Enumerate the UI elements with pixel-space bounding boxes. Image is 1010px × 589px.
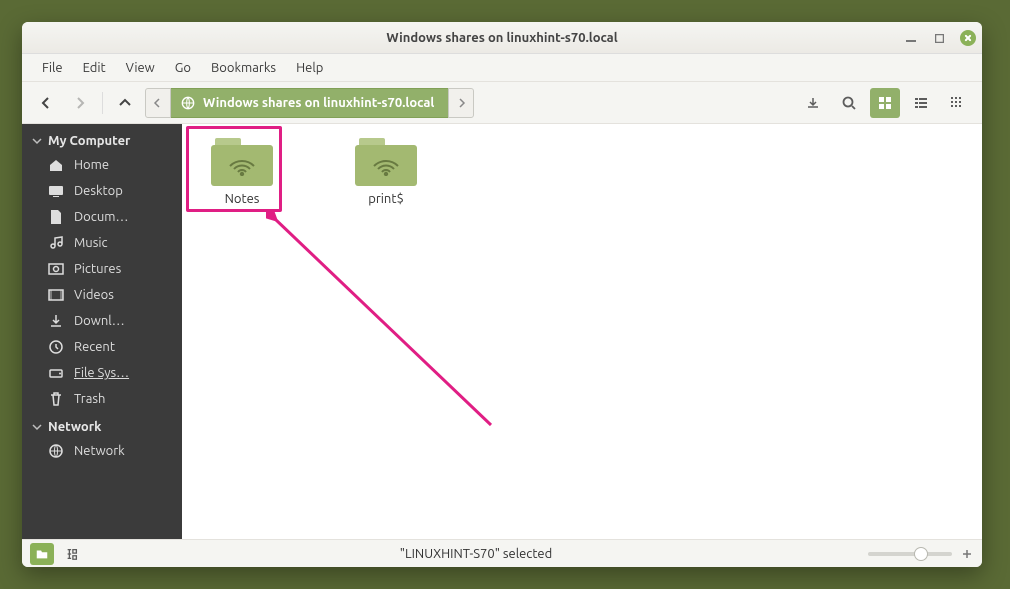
titlebar: Windows shares on linuxhint-s70.local bbox=[22, 22, 982, 54]
menu-edit[interactable]: Edit bbox=[75, 57, 114, 79]
sidebar-item-recent[interactable]: Recent bbox=[22, 334, 182, 360]
desktop-icon bbox=[48, 183, 64, 199]
window-title: Windows shares on linuxhint-s70.local bbox=[386, 31, 617, 45]
close-button[interactable] bbox=[960, 30, 976, 46]
menu-help[interactable]: Help bbox=[288, 57, 331, 79]
maximize-button[interactable] bbox=[932, 31, 946, 45]
show-places-button[interactable] bbox=[30, 543, 54, 565]
compact-view-button[interactable] bbox=[942, 88, 972, 118]
network-icon bbox=[48, 443, 64, 459]
sidebar-section-label: My Computer bbox=[48, 134, 130, 148]
pictures-icon bbox=[48, 261, 64, 277]
network-folder-icon bbox=[355, 138, 417, 186]
sidebar-item-network[interactable]: Network bbox=[22, 438, 182, 464]
sidebar-item-pictures[interactable]: Pictures bbox=[22, 256, 182, 282]
menu-view[interactable]: View bbox=[118, 57, 163, 79]
path-segment[interactable]: Windows shares on linuxhint-s70.local bbox=[171, 88, 448, 118]
path-label: Windows shares on linuxhint-s70.local bbox=[203, 96, 434, 110]
sidebar-item-filesystem[interactable]: File Sys… bbox=[22, 360, 182, 386]
list-view-button[interactable] bbox=[906, 88, 936, 118]
chevron-down-icon bbox=[32, 422, 42, 432]
sidebar-item-label: Trash bbox=[74, 392, 105, 406]
document-icon bbox=[48, 209, 64, 225]
home-icon bbox=[48, 157, 64, 173]
status-text: "LINUXHINT-S70" selected bbox=[84, 547, 868, 561]
sidebar-section-network[interactable]: Network bbox=[22, 416, 182, 438]
places-icon bbox=[35, 547, 49, 561]
compact-icon bbox=[949, 95, 965, 111]
music-icon bbox=[48, 235, 64, 251]
window-controls bbox=[904, 22, 976, 54]
folder-grid: Notes print$ bbox=[192, 138, 982, 206]
icon-view-button[interactable] bbox=[870, 88, 900, 118]
toolbar-right bbox=[798, 88, 972, 118]
main-body: My Computer Home Desktop Docum… Music Pi… bbox=[22, 124, 982, 539]
chevron-down-icon bbox=[32, 136, 42, 146]
sidebar-item-videos[interactable]: Videos bbox=[22, 282, 182, 308]
path-next-button[interactable] bbox=[448, 88, 474, 118]
pathbar[interactable]: Windows shares on linuxhint-s70.local bbox=[145, 88, 474, 118]
statusbar: "LINUXHINT-S70" selected bbox=[22, 539, 982, 567]
sidebar-item-label: Desktop bbox=[74, 184, 123, 198]
minimize-button[interactable] bbox=[904, 31, 918, 45]
sidebar-item-home[interactable]: Home bbox=[22, 152, 182, 178]
zoom-thumb[interactable] bbox=[914, 547, 928, 561]
menu-go[interactable]: Go bbox=[167, 57, 199, 79]
sidebar-item-documents[interactable]: Docum… bbox=[22, 204, 182, 230]
folder-print[interactable]: print$ bbox=[336, 138, 436, 206]
sidebar-item-desktop[interactable]: Desktop bbox=[22, 178, 182, 204]
grid-icon bbox=[877, 95, 893, 111]
sidebar-item-trash[interactable]: Trash bbox=[22, 386, 182, 412]
sidebar-item-downloads[interactable]: Downl… bbox=[22, 308, 182, 334]
toggle-location-button[interactable] bbox=[798, 88, 828, 118]
recent-icon bbox=[48, 339, 64, 355]
folder-notes[interactable]: Notes bbox=[192, 138, 292, 206]
sidebar-item-label: Recent bbox=[74, 340, 115, 354]
download-icon bbox=[48, 313, 64, 329]
show-treeview-button[interactable] bbox=[60, 543, 84, 565]
sidebar-item-label: Home bbox=[74, 158, 109, 172]
path-prev-button[interactable] bbox=[145, 88, 171, 118]
drive-icon bbox=[48, 365, 64, 381]
sidebar-section-label: Network bbox=[48, 420, 101, 434]
sidebar-item-label: Downl… bbox=[74, 314, 125, 328]
network-folder-icon bbox=[211, 138, 273, 186]
zoom-track[interactable] bbox=[868, 552, 952, 556]
videos-icon bbox=[48, 287, 64, 303]
tree-icon bbox=[65, 547, 79, 561]
content-pane[interactable]: Notes print$ bbox=[182, 124, 982, 539]
file-manager-window: Windows shares on linuxhint-s70.local Fi… bbox=[22, 22, 982, 567]
annotation-arrow bbox=[266, 210, 506, 440]
sidebar-item-label: File Sys… bbox=[74, 366, 129, 380]
zoom-in-icon bbox=[960, 547, 974, 561]
sidebar-item-label: Docum… bbox=[74, 210, 128, 224]
sidebar-section-my-computer[interactable]: My Computer bbox=[22, 130, 182, 152]
search-icon bbox=[841, 95, 857, 111]
trash-icon bbox=[48, 391, 64, 407]
sidebar: My Computer Home Desktop Docum… Music Pi… bbox=[22, 124, 182, 539]
back-button[interactable] bbox=[32, 89, 60, 117]
sidebar-item-music[interactable]: Music bbox=[22, 230, 182, 256]
menu-file[interactable]: File bbox=[34, 57, 71, 79]
toolbar: Windows shares on linuxhint-s70.local bbox=[22, 82, 982, 124]
menu-bookmarks[interactable]: Bookmarks bbox=[203, 57, 284, 79]
folder-label: print$ bbox=[368, 192, 404, 206]
up-button[interactable] bbox=[111, 89, 139, 117]
globe-icon bbox=[181, 96, 195, 110]
zoom-slider[interactable] bbox=[868, 547, 974, 561]
forward-button[interactable] bbox=[66, 89, 94, 117]
sidebar-item-label: Videos bbox=[74, 288, 114, 302]
menubar: File Edit View Go Bookmarks Help bbox=[22, 54, 982, 82]
search-button[interactable] bbox=[834, 88, 864, 118]
sidebar-item-label: Music bbox=[74, 236, 108, 250]
list-icon bbox=[913, 95, 929, 111]
folder-label: Notes bbox=[225, 192, 260, 206]
separator bbox=[102, 92, 103, 114]
sidebar-item-label: Network bbox=[74, 444, 125, 458]
sidebar-item-label: Pictures bbox=[74, 262, 121, 276]
